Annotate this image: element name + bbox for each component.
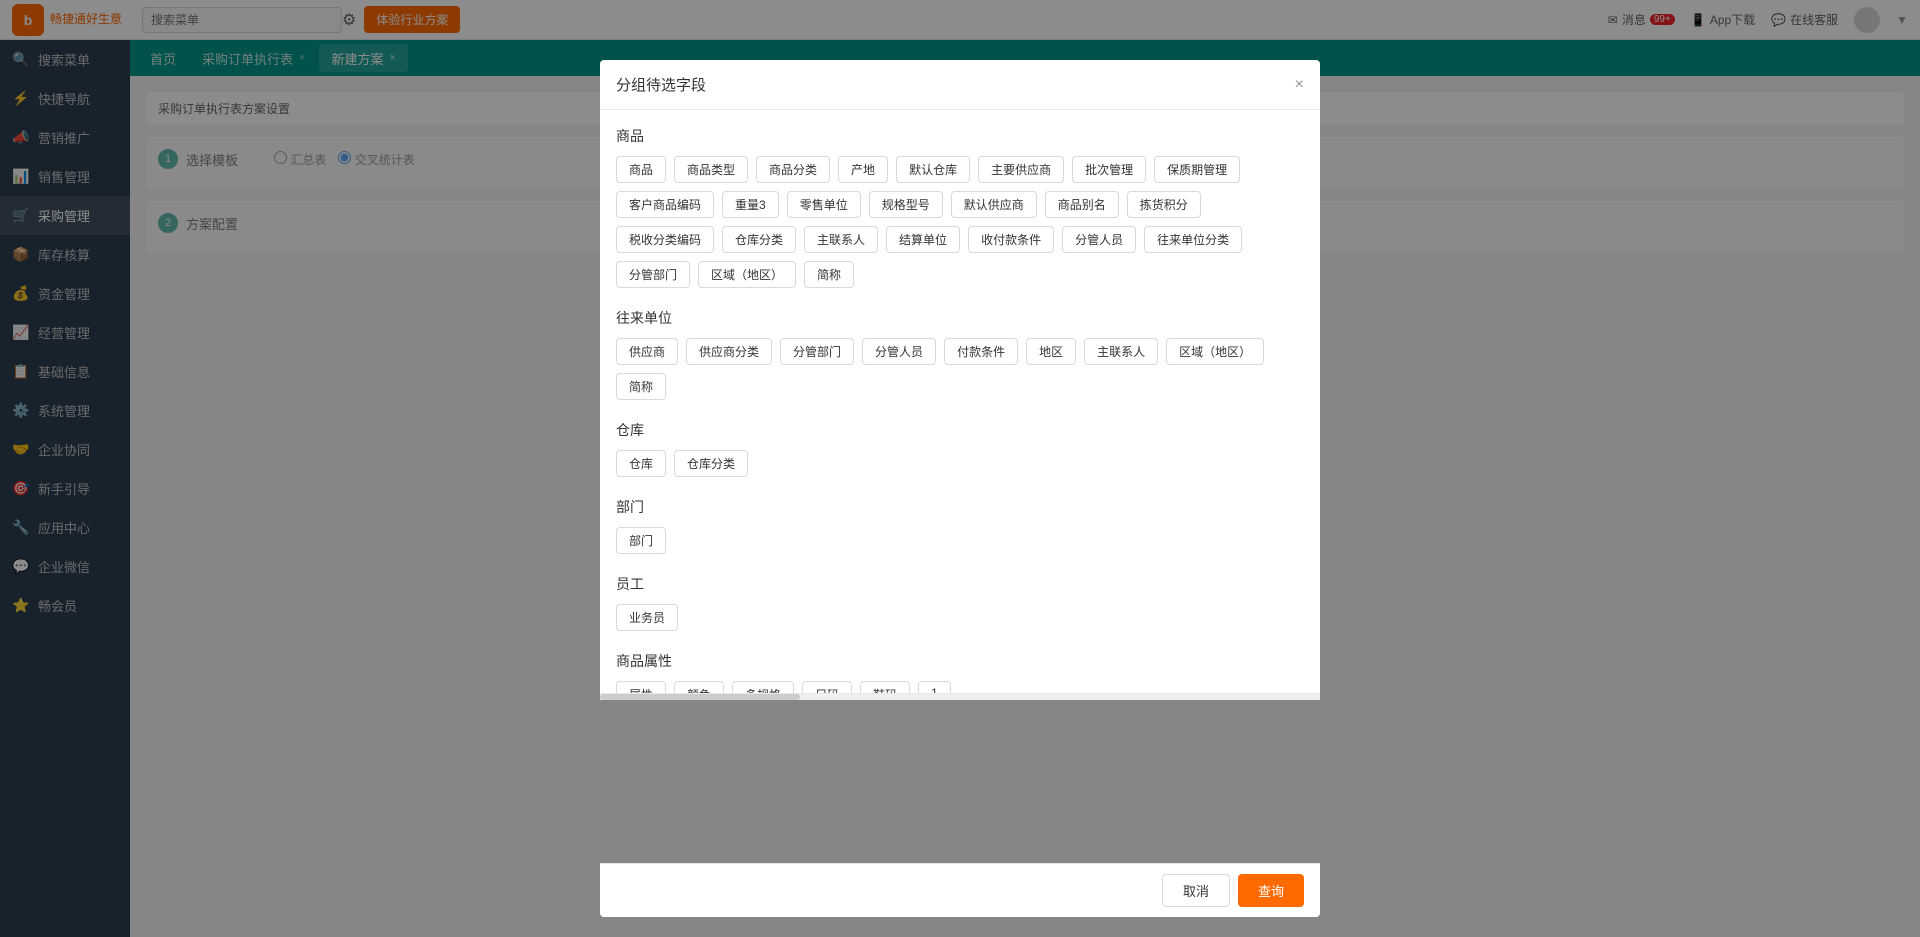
field-tag-product-7[interactable]: 保质期管理 <box>1154 156 1240 183</box>
field-tag-product-15[interactable]: 税收分类编码 <box>616 226 714 253</box>
field-tag-counterpart-3[interactable]: 分管人员 <box>862 338 936 365</box>
modal-overlay: 分组待选字段 × 商品商品商品类型商品分类产地默认仓库主要供应商批次管理保质期管… <box>0 0 1920 937</box>
field-tag-warehouse-1[interactable]: 仓库分类 <box>674 450 748 477</box>
modal-footer: 取消 查询 <box>600 863 1320 917</box>
section-title-product_attr: 商品属性 <box>616 651 1304 671</box>
field-tag-product-10[interactable]: 零售单位 <box>787 191 861 218</box>
field-tag-product-24[interactable]: 简称 <box>804 261 854 288</box>
field-tag-product_attr-3[interactable]: 尺码 <box>802 681 852 693</box>
field-tag-product_attr-1[interactable]: 颜色 <box>674 681 724 693</box>
field-tag-product-9[interactable]: 重量3 <box>722 191 779 218</box>
field-tag-product_attr-4[interactable]: 鞋码 <box>860 681 910 693</box>
field-tag-product-6[interactable]: 批次管理 <box>1072 156 1146 183</box>
section-staff: 员工业务员 <box>616 574 1304 631</box>
modal-dialog: 分组待选字段 × 商品商品商品类型商品分类产地默认仓库主要供应商批次管理保质期管… <box>600 60 1320 700</box>
field-tags-staff: 业务员 <box>616 604 1304 631</box>
modal-body: 商品商品商品类型商品分类产地默认仓库主要供应商批次管理保质期管理客户商品编码重量… <box>600 110 1320 693</box>
field-tag-counterpart-2[interactable]: 分管部门 <box>780 338 854 365</box>
field-tags-warehouse: 仓库仓库分类 <box>616 450 1304 477</box>
field-tag-product-19[interactable]: 收付款条件 <box>968 226 1054 253</box>
field-tag-department-0[interactable]: 部门 <box>616 527 666 554</box>
field-tag-product-14[interactable]: 拣货积分 <box>1127 191 1201 218</box>
modal-title: 分组待选字段 <box>616 74 706 95</box>
section-title-counterpart: 往来单位 <box>616 308 1304 328</box>
field-tag-product-8[interactable]: 客户商品编码 <box>616 191 714 218</box>
field-tag-product-2[interactable]: 商品分类 <box>756 156 830 183</box>
field-tag-counterpart-1[interactable]: 供应商分类 <box>686 338 772 365</box>
field-tag-product_attr-2[interactable]: 多规格 <box>732 681 794 693</box>
section-warehouse: 仓库仓库仓库分类 <box>616 420 1304 477</box>
section-department: 部门部门 <box>616 497 1304 554</box>
field-tag-product-0[interactable]: 商品 <box>616 156 666 183</box>
field-tag-product-17[interactable]: 主联系人 <box>804 226 878 253</box>
field-tag-product-13[interactable]: 商品别名 <box>1045 191 1119 218</box>
field-tag-product-21[interactable]: 往来单位分类 <box>1144 226 1242 253</box>
modal-close-button[interactable]: × <box>1295 76 1304 94</box>
confirm-button[interactable]: 查询 <box>1238 874 1304 907</box>
field-tag-product_attr-0[interactable]: 属性 <box>616 681 666 693</box>
field-tag-product-16[interactable]: 仓库分类 <box>722 226 796 253</box>
field-tags-department: 部门 <box>616 527 1304 554</box>
field-tag-product-23[interactable]: 区域（地区） <box>698 261 796 288</box>
section-title-warehouse: 仓库 <box>616 420 1304 440</box>
field-tag-counterpart-6[interactable]: 主联系人 <box>1084 338 1158 365</box>
field-tag-counterpart-8[interactable]: 简称 <box>616 373 666 400</box>
field-tag-product-3[interactable]: 产地 <box>838 156 888 183</box>
field-tag-product-22[interactable]: 分管部门 <box>616 261 690 288</box>
modal-horizontal-scrollbar[interactable] <box>600 693 1320 700</box>
modal-header: 分组待选字段 × <box>600 60 1320 110</box>
scrollbar-thumb <box>600 694 800 700</box>
field-tag-product_attr-5[interactable]: 1 <box>918 681 951 693</box>
section-product_attr: 商品属性属性颜色多规格尺码鞋码 1 <box>616 651 1304 693</box>
field-tags-product_attr: 属性颜色多规格尺码鞋码 1 <box>616 681 1304 693</box>
cancel-button[interactable]: 取消 <box>1162 874 1230 907</box>
field-tag-product-4[interactable]: 默认仓库 <box>896 156 970 183</box>
field-tags-product: 商品商品类型商品分类产地默认仓库主要供应商批次管理保质期管理客户商品编码重量3 零… <box>616 156 1304 288</box>
section-title-staff: 员工 <box>616 574 1304 594</box>
field-tag-product-18[interactable]: 结算单位 <box>886 226 960 253</box>
field-tag-counterpart-4[interactable]: 付款条件 <box>944 338 1018 365</box>
field-tag-product-5[interactable]: 主要供应商 <box>978 156 1064 183</box>
field-tag-staff-0[interactable]: 业务员 <box>616 604 678 631</box>
section-counterpart: 往来单位供应商供应商分类分管部门分管人员付款条件地区主联系人区域（地区） 简称 <box>616 308 1304 400</box>
section-product: 商品商品商品类型商品分类产地默认仓库主要供应商批次管理保质期管理客户商品编码重量… <box>616 126 1304 288</box>
field-tag-counterpart-0[interactable]: 供应商 <box>616 338 678 365</box>
field-tag-product-1[interactable]: 商品类型 <box>674 156 748 183</box>
section-title-product: 商品 <box>616 126 1304 146</box>
field-tag-product-20[interactable]: 分管人员 <box>1062 226 1136 253</box>
field-tag-warehouse-0[interactable]: 仓库 <box>616 450 666 477</box>
section-title-department: 部门 <box>616 497 1304 517</box>
field-tag-counterpart-5[interactable]: 地区 <box>1026 338 1076 365</box>
field-tag-product-12[interactable]: 默认供应商 <box>951 191 1037 218</box>
field-tag-counterpart-7[interactable]: 区域（地区） <box>1166 338 1264 365</box>
field-tags-counterpart: 供应商供应商分类分管部门分管人员付款条件地区主联系人区域（地区） 简称 <box>616 338 1304 400</box>
field-tag-product-11[interactable]: 规格型号 <box>869 191 943 218</box>
